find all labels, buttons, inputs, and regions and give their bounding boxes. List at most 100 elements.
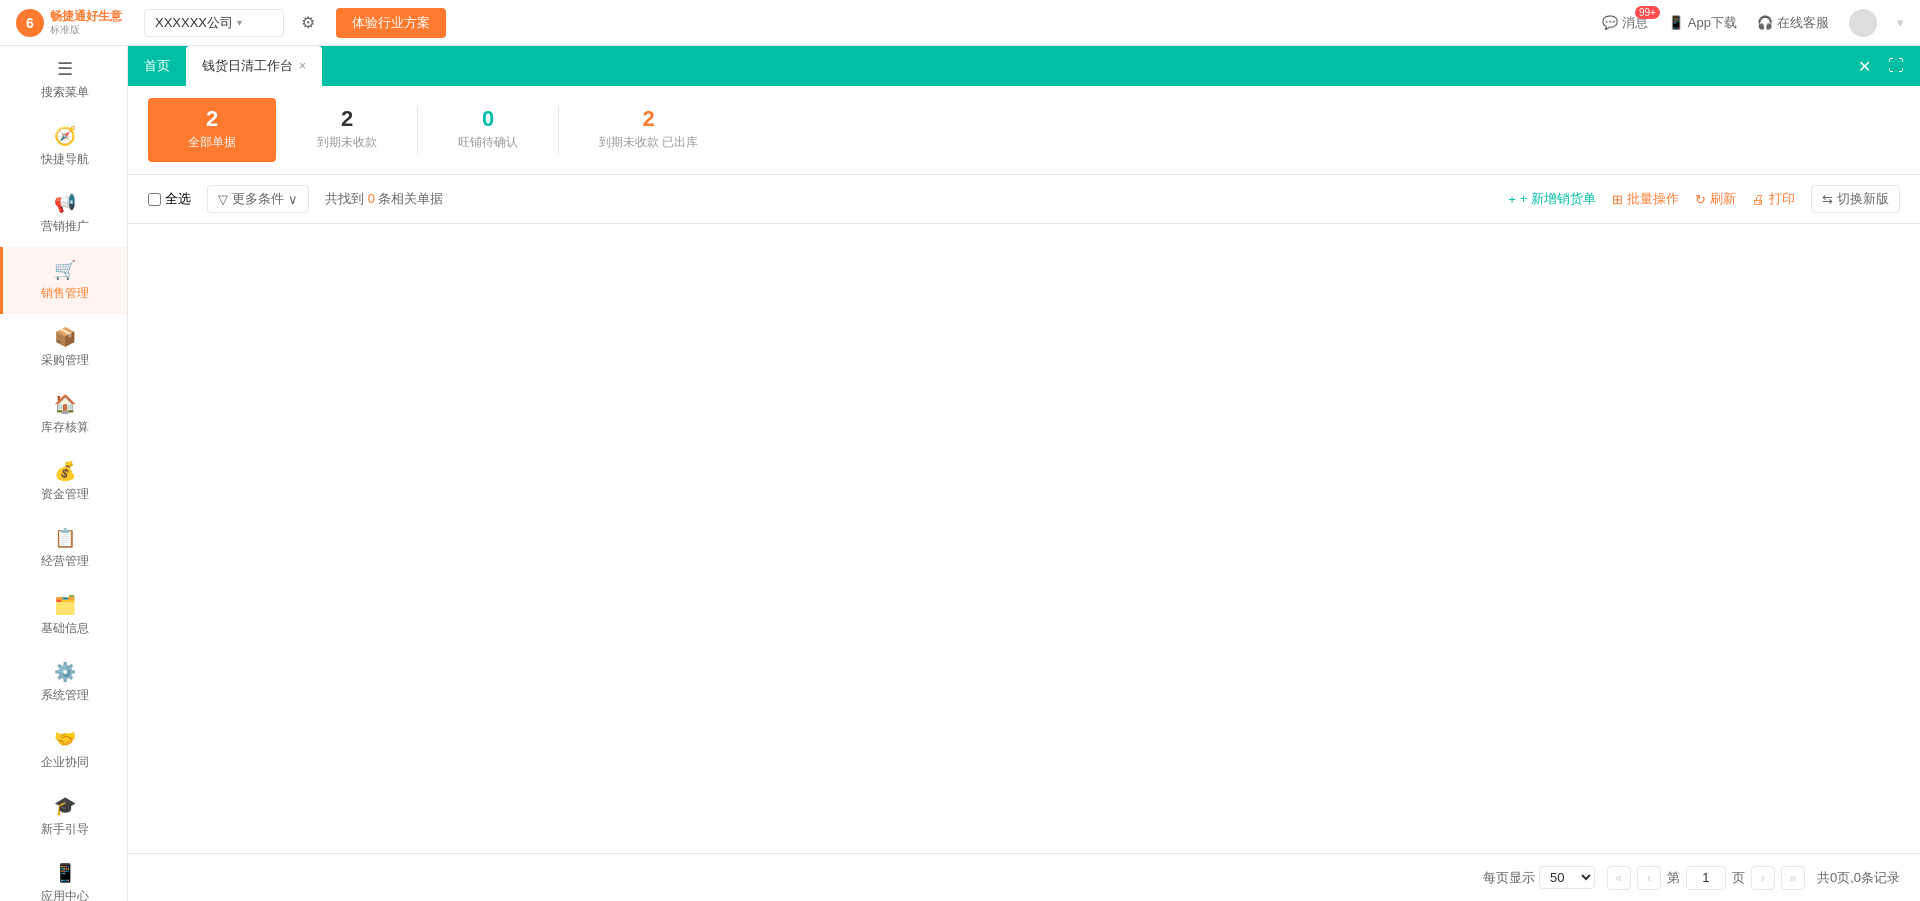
app-download-button[interactable]: 📱 App下载 <box>1668 14 1737 32</box>
stat-card-wangpu[interactable]: 0 旺铺待确认 <box>418 98 558 162</box>
add-sales-order-button[interactable]: + + 新增销货单 <box>1508 190 1596 208</box>
sidebar-item-basic-info-label: 基础信息 <box>41 620 89 637</box>
sidebar-item-finance[interactable]: 💰 资金管理 <box>0 448 127 515</box>
print-icon: 🖨 <box>1752 192 1765 207</box>
stat-number-shipped: 2 <box>643 106 655 132</box>
tab-close-button[interactable]: ✕ <box>1852 54 1876 78</box>
page-size-label: 每页显示 <box>1483 869 1535 887</box>
sidebar-item-enterprise-label: 企业协同 <box>41 754 89 771</box>
sales-icon: 🛒 <box>54 259 76 281</box>
stat-label-overdue: 到期未收款 <box>317 134 377 151</box>
page-label: 第 <box>1667 869 1680 887</box>
logo-text: 畅捷通好生意 标准版 <box>50 9 122 35</box>
filter-button[interactable]: ▽ 更多条件 ∨ <box>207 185 309 213</box>
tab-workbench[interactable]: 钱货日清工作台 × <box>186 46 322 86</box>
batch-label: 批量操作 <box>1627 190 1679 208</box>
batch-operation-button[interactable]: ⊞ 批量操作 <box>1612 190 1679 208</box>
pagination-bar: 每页显示 50 100 200 « ‹ 第 页 › » 共0页,0条记录 <box>128 853 1920 901</box>
top-header: 6 畅捷通好生意 标准版 XXXXXX公司 ▾ ⚙ 体验行业方案 💬 消息 99… <box>0 0 1920 46</box>
refresh-label: 刷新 <box>1710 190 1736 208</box>
sidebar-item-management[interactable]: 📋 经营管理 <box>0 515 127 582</box>
next-page-button[interactable]: › <box>1751 866 1775 890</box>
message-badge: 99+ <box>1635 6 1660 19</box>
tab-bar: 首页 钱货日清工作台 × ✕ ⛶ <box>128 46 1920 86</box>
company-selector[interactable]: XXXXXX公司 ▾ <box>144 9 284 37</box>
search-menu-icon: ☰ <box>57 58 73 80</box>
sidebar-item-system-label: 系统管理 <box>41 687 89 704</box>
select-all-input[interactable] <box>148 193 161 206</box>
logo-sub: 标准版 <box>50 24 122 36</box>
purchase-icon: 📦 <box>54 326 76 348</box>
refresh-button[interactable]: ↻ 刷新 <box>1695 190 1736 208</box>
content-area: 首页 钱货日清工作台 × ✕ ⛶ 2 全部单据 2 到期未收款 <box>128 46 1920 901</box>
sidebar-item-inventory-label: 库存核算 <box>41 419 89 436</box>
tab-maximize-button[interactable]: ⛶ <box>1884 54 1908 78</box>
avatar[interactable] <box>1849 9 1877 37</box>
page-size-select: 每页显示 50 100 200 <box>1483 866 1595 889</box>
marketing-icon: 📢 <box>54 192 76 214</box>
sidebar-item-sales[interactable]: 🛒 销售管理 <box>0 247 127 314</box>
last-page-button[interactable]: » <box>1781 866 1805 890</box>
system-icon: ⚙️ <box>54 661 76 683</box>
stat-label-wangpu: 旺铺待确认 <box>458 134 518 151</box>
tab-close-icon[interactable]: × <box>299 59 306 73</box>
online-service-icon: 🎧 <box>1757 15 1773 30</box>
tab-home-label: 首页 <box>144 57 170 75</box>
message-icon: 💬 <box>1602 15 1618 30</box>
print-label: 打印 <box>1769 190 1795 208</box>
sidebar-item-nav-label: 快捷导航 <box>41 151 89 168</box>
prev-page-button[interactable]: ‹ <box>1637 866 1661 890</box>
stat-number-all: 2 <box>206 106 218 132</box>
refresh-icon: ↻ <box>1695 192 1706 207</box>
found-count: 共找到 0 条相关单据 <box>325 190 443 208</box>
sidebar-item-app-center-label: 应用中心 <box>41 888 89 901</box>
sidebar-item-nav[interactable]: 🧭 快捷导航 <box>0 113 127 180</box>
sidebar-item-guide[interactable]: 🎓 新手引导 <box>0 783 127 850</box>
basic-info-icon: 🗂️ <box>54 594 76 616</box>
sidebar-item-sales-label: 销售管理 <box>41 285 89 302</box>
chevron-down-icon: ▾ <box>237 17 242 28</box>
sidebar-item-marketing[interactable]: 📢 营销推广 <box>0 180 127 247</box>
filter-label: 更多条件 <box>232 190 284 208</box>
company-name: XXXXXX公司 <box>155 14 233 32</box>
sidebar-item-inventory[interactable]: 🏠 库存核算 <box>0 381 127 448</box>
toolbar: 全选 ▽ 更多条件 ∨ 共找到 0 条相关单据 + + 新增销货单 ⊞ 批量操作 <box>128 175 1920 224</box>
experience-button[interactable]: 体验行业方案 <box>336 8 446 38</box>
page-number-input[interactable] <box>1686 866 1726 890</box>
online-service-button[interactable]: 🎧 在线客服 <box>1757 14 1829 32</box>
inventory-icon: 🏠 <box>54 393 76 415</box>
sidebar-item-system[interactable]: ⚙️ 系统管理 <box>0 649 127 716</box>
user-name[interactable]: ▾ <box>1897 15 1904 30</box>
select-all-checkbox[interactable]: 全选 <box>148 190 191 208</box>
app-download-label: App下载 <box>1688 14 1737 32</box>
stat-card-overdue[interactable]: 2 到期未收款 <box>277 98 417 162</box>
management-icon: 📋 <box>54 527 76 549</box>
logo-area: 6 畅捷通好生意 标准版 <box>16 9 144 37</box>
sidebar-item-basic-info[interactable]: 🗂️ 基础信息 <box>0 582 127 649</box>
found-number: 0 <box>368 191 375 206</box>
sidebar-item-finance-label: 资金管理 <box>41 486 89 503</box>
sidebar-item-enterprise[interactable]: 🤝 企业协同 <box>0 716 127 783</box>
tab-home[interactable]: 首页 <box>128 46 186 86</box>
app-center-icon: 📱 <box>54 862 76 884</box>
first-page-button[interactable]: « <box>1607 866 1631 890</box>
found-suffix: 条相关单据 <box>378 191 443 206</box>
page-nav: « ‹ 第 页 › » <box>1607 866 1805 890</box>
sidebar-item-guide-label: 新手引导 <box>41 821 89 838</box>
settings-button[interactable]: ⚙ <box>292 7 324 39</box>
switch-version-button[interactable]: ⇆ 切换新版 <box>1811 185 1900 213</box>
toolbar-right: + + 新增销货单 ⊞ 批量操作 ↻ 刷新 🖨 打印 ⇆ 切换新版 <box>1508 185 1900 213</box>
sidebar-item-purchase[interactable]: 📦 采购管理 <box>0 314 127 381</box>
sidebar-item-search[interactable]: ☰ 搜索菜单 <box>0 46 127 113</box>
stat-card-shipped[interactable]: 2 到期未收款 已出库 <box>559 98 738 162</box>
message-button[interactable]: 💬 消息 99+ <box>1602 14 1648 32</box>
print-button[interactable]: 🖨 打印 <box>1752 190 1795 208</box>
select-all-label: 全选 <box>165 190 191 208</box>
logo-title: 畅捷通好生意 <box>50 9 122 23</box>
page-size-dropdown[interactable]: 50 100 200 <box>1539 866 1595 889</box>
stat-card-all[interactable]: 2 全部单据 <box>148 98 276 162</box>
main-layout: ☰ 搜索菜单 🧭 快捷导航 📢 营销推广 🛒 销售管理 📦 采购管理 🏠 库存核… <box>0 46 1920 901</box>
sidebar-item-app-center[interactable]: 📱 应用中心 <box>0 850 127 901</box>
header-right: 💬 消息 99+ 📱 App下载 🎧 在线客服 ▾ <box>1602 9 1904 37</box>
found-prefix: 共找到 <box>325 191 364 206</box>
